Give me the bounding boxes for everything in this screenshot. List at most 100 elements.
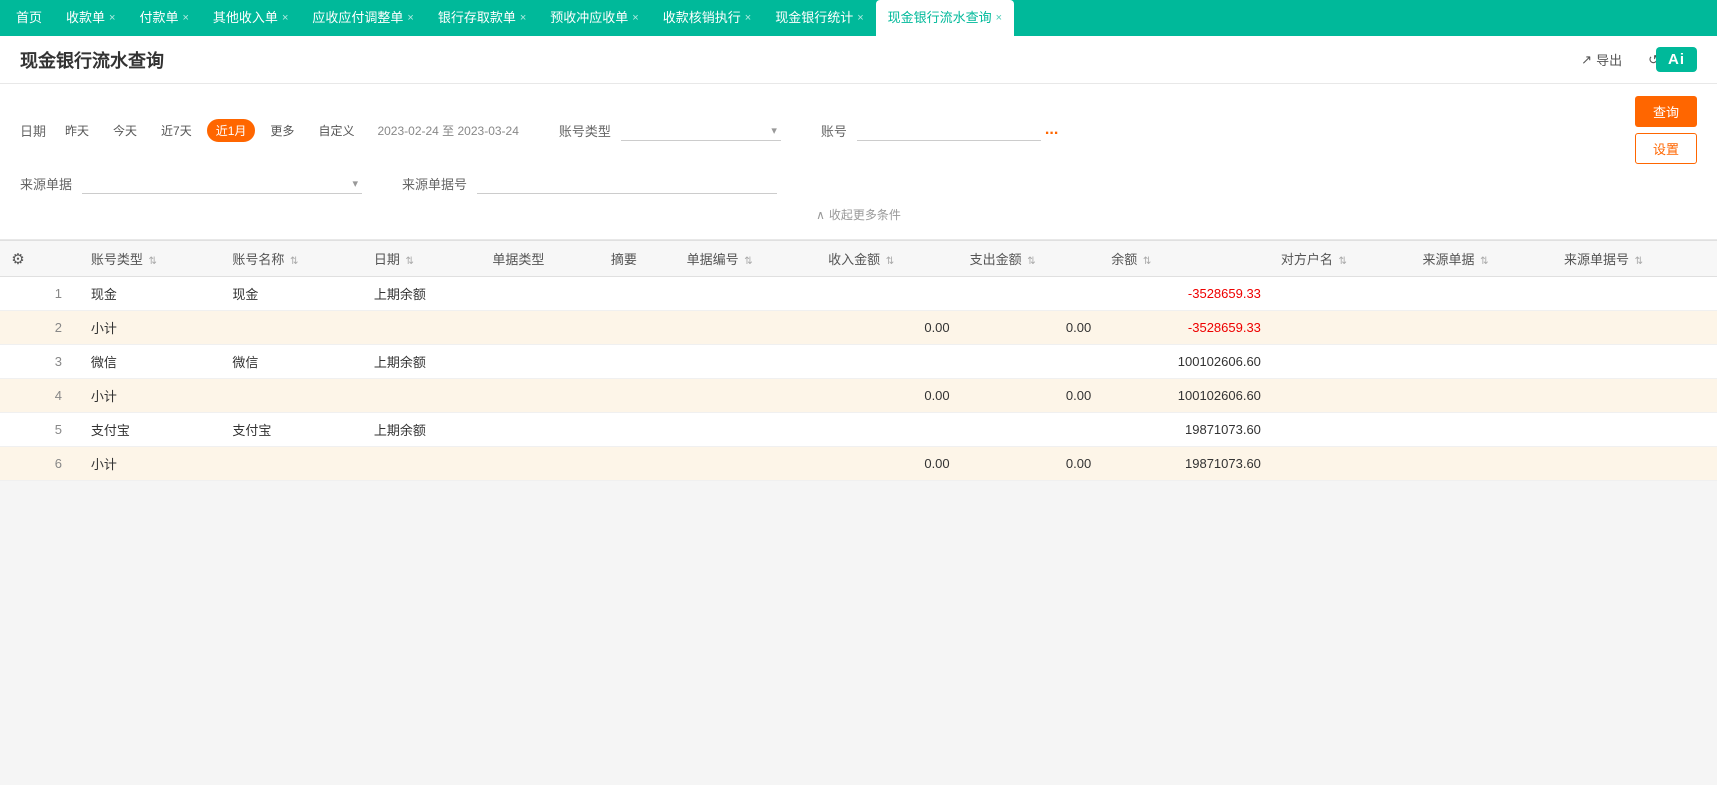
cell-expense: 0.00 xyxy=(960,379,1102,413)
account-type-label: 账号类型 xyxy=(559,121,611,140)
source-doc-no-input[interactable] xyxy=(477,172,777,194)
nav-item-预收冲应收单[interactable]: 预收冲应收单× xyxy=(538,0,650,36)
th-counterparty[interactable]: 对方户名 ⇅ xyxy=(1271,241,1413,277)
th-source_doc_no[interactable]: 来源单据号 ⇅ xyxy=(1554,241,1717,277)
account-no-wrapper: ... xyxy=(857,119,1058,141)
cell-account_type: 小计 xyxy=(81,311,223,345)
date-range-text: 2023-02-24 至 2023-03-24 xyxy=(377,122,518,139)
date-btn-今天[interactable]: 今天 xyxy=(104,119,146,142)
table-row: 6小计0.000.0019871073.60 xyxy=(0,447,1717,481)
cell-doc_no xyxy=(677,277,819,311)
cell-income xyxy=(818,277,960,311)
close-icon[interactable]: × xyxy=(996,0,1002,36)
cell-balance: 19871073.60 xyxy=(1101,413,1271,447)
cell-source_doc xyxy=(1412,277,1554,311)
cell-gear xyxy=(0,277,36,311)
cell-balance: -3528659.33 xyxy=(1101,311,1271,345)
close-icon[interactable]: × xyxy=(520,0,526,36)
account-no-input[interactable] xyxy=(857,119,1041,141)
table-row: 4小计0.000.00100102606.60 xyxy=(0,379,1717,413)
th-doc_type: 单据类型 xyxy=(482,241,601,277)
date-btn-近7天[interactable]: 近7天 xyxy=(152,119,201,142)
cell-index: 3 xyxy=(36,345,81,379)
cell-counterparty xyxy=(1271,277,1413,311)
table-body: 1现金现金上期余额-3528659.332小计0.000.00-3528659.… xyxy=(0,277,1717,481)
query-button[interactable]: 查询 xyxy=(1635,96,1697,127)
cell-gear xyxy=(0,447,36,481)
sort-icon: ⇅ xyxy=(886,256,894,267)
cell-balance: 100102606.60 xyxy=(1101,345,1271,379)
source-doc-select[interactable] xyxy=(82,172,362,194)
cell-source_doc xyxy=(1412,345,1554,379)
cell-index: 1 xyxy=(36,277,81,311)
close-icon[interactable]: × xyxy=(109,0,115,36)
cell-income: 0.00 xyxy=(818,447,960,481)
cell-date: 上期余额 xyxy=(364,413,483,447)
cell-source_doc_no xyxy=(1554,311,1717,345)
sort-icon: ⇅ xyxy=(1143,256,1151,267)
filter-row-1: 日期 昨天今天近7天近1月更多自定义 2023-02-24 至 2023-03-… xyxy=(20,96,1697,164)
cell-date xyxy=(364,311,483,345)
export-button[interactable]: ↗ 导出 xyxy=(1573,46,1630,73)
th-account_type[interactable]: 账号类型 ⇅ xyxy=(81,241,223,277)
cell-expense xyxy=(960,413,1102,447)
close-icon[interactable]: × xyxy=(632,0,638,36)
th-income[interactable]: 收入金额 ⇅ xyxy=(818,241,960,277)
th-expense[interactable]: 支出金额 ⇅ xyxy=(960,241,1102,277)
collapse-label: 收起更多条件 xyxy=(829,206,901,223)
top-nav: 首页收款单×付款单×其他收入单×应收应付调整单×银行存取款单×预收冲应收单×收款… xyxy=(0,0,1717,36)
th-index xyxy=(36,241,81,277)
account-no-dots-button[interactable]: ... xyxy=(1045,121,1058,139)
sort-icon: ⇅ xyxy=(1027,256,1035,267)
date-btn-近1月[interactable]: 近1月 xyxy=(207,119,256,142)
action-buttons: 查询 设置 xyxy=(1635,96,1697,164)
sort-icon: ⇅ xyxy=(406,256,414,267)
cell-account_type: 现金 xyxy=(81,277,223,311)
close-icon[interactable]: × xyxy=(182,0,188,36)
account-type-select[interactable] xyxy=(621,119,781,141)
cell-doc_no xyxy=(677,379,819,413)
close-icon[interactable]: × xyxy=(857,0,863,36)
th-date[interactable]: 日期 ⇅ xyxy=(364,241,483,277)
th-account_name[interactable]: 账号名称 ⇅ xyxy=(222,241,364,277)
close-icon[interactable]: × xyxy=(745,0,751,36)
table-row: 5支付宝支付宝上期余额19871073.60 xyxy=(0,413,1717,447)
close-icon[interactable]: × xyxy=(282,0,288,36)
cell-balance: -3528659.33 xyxy=(1101,277,1271,311)
source-doc-no-label: 来源单据号 xyxy=(402,174,467,193)
table-header: ⚙账号类型 ⇅账号名称 ⇅日期 ⇅单据类型摘要单据编号 ⇅收入金额 ⇅支出金额 … xyxy=(0,241,1717,277)
sort-icon: ⇅ xyxy=(1480,256,1488,267)
cell-account_type: 支付宝 xyxy=(81,413,223,447)
date-btn-自定义[interactable]: 自定义 xyxy=(309,119,363,142)
date-btn-昨天[interactable]: 昨天 xyxy=(56,119,98,142)
nav-item-应收应付调整单[interactable]: 应收应付调整单× xyxy=(300,0,425,36)
cell-date xyxy=(364,379,483,413)
nav-item-收款核销执行[interactable]: 收款核销执行× xyxy=(651,0,763,36)
cell-counterparty xyxy=(1271,311,1413,345)
cell-doc_no xyxy=(677,311,819,345)
cell-source_doc xyxy=(1412,447,1554,481)
settings-button[interactable]: 设置 xyxy=(1635,133,1697,164)
cell-source_doc xyxy=(1412,413,1554,447)
close-icon[interactable]: × xyxy=(407,0,413,36)
nav-item-银行存取款单[interactable]: 银行存取款单× xyxy=(426,0,538,36)
th-balance[interactable]: 余额 ⇅ xyxy=(1101,241,1271,277)
cell-counterparty xyxy=(1271,447,1413,481)
date-btn-更多[interactable]: 更多 xyxy=(261,119,303,142)
cell-counterparty xyxy=(1271,345,1413,379)
collapse-bar[interactable]: ∧ 收起更多条件 xyxy=(20,202,1697,231)
nav-item-首页[interactable]: 首页 xyxy=(4,0,54,36)
cell-account_type: 小计 xyxy=(81,379,223,413)
nav-item-现金银行流水查询[interactable]: 现金银行流水查询× xyxy=(876,0,1014,36)
gear-icon[interactable]: ⚙ xyxy=(11,251,24,268)
nav-item-现金银行统计[interactable]: 现金银行统计× xyxy=(763,0,875,36)
th-doc_no[interactable]: 单据编号 ⇅ xyxy=(677,241,819,277)
cell-doc_no xyxy=(677,345,819,379)
nav-item-收款单[interactable]: 收款单× xyxy=(54,0,127,36)
nav-item-其他收入单[interactable]: 其他收入单× xyxy=(201,0,300,36)
nav-item-付款单[interactable]: 付款单× xyxy=(127,0,200,36)
cell-summary xyxy=(601,311,677,345)
cell-source_doc xyxy=(1412,311,1554,345)
cell-date: 上期余额 xyxy=(364,277,483,311)
th-source_doc[interactable]: 来源单据 ⇅ xyxy=(1412,241,1554,277)
